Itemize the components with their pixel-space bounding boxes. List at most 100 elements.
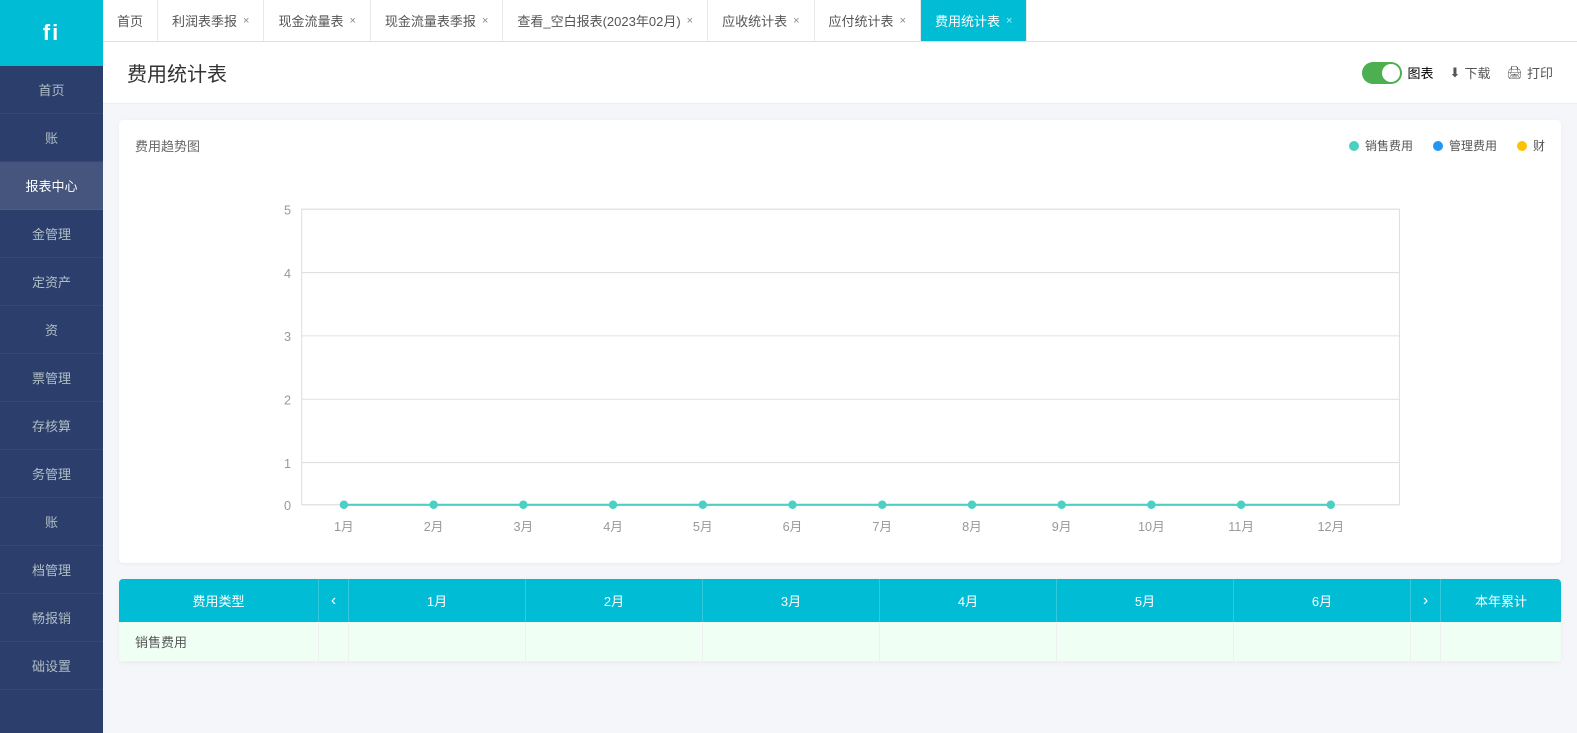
sidebar-item-fund[interactable]: 金管理	[0, 210, 103, 258]
th-month4: 4月	[880, 579, 1057, 622]
sidebar-item-settings[interactable]: 础设置	[0, 642, 103, 690]
legend-dot-finance	[1517, 141, 1527, 151]
table-body: 销售费用	[119, 622, 1561, 662]
page-title: 费用统计表	[127, 58, 227, 87]
legend-finance: 财	[1517, 137, 1545, 154]
close-tab-cashflow-q[interactable]: ×	[482, 15, 488, 27]
svg-text:11月: 11月	[1228, 520, 1254, 534]
svg-text:1月: 1月	[334, 520, 354, 534]
tab-receivable[interactable]: 应收统计表 ×	[708, 0, 814, 41]
print-icon: 🖨	[1506, 65, 1523, 81]
tab-home[interactable]: 首页	[103, 0, 158, 41]
legend-label-admin: 管理费用	[1449, 137, 1497, 154]
td-next	[1411, 622, 1441, 661]
chart-container: 5 4 3 2 1 0 1月 2月	[135, 167, 1545, 547]
svg-text:3: 3	[284, 330, 291, 344]
sidebar: fi 首页 账 报表中心 金管理 定资产 资 票管理 存核算 务管理 账 档管理…	[0, 0, 103, 733]
svg-text:6月: 6月	[783, 520, 803, 534]
table-header: 费用类型 ‹ 1月 2月 3月 4月 5月 6月 › 本年累计	[119, 579, 1561, 622]
legend-dot-admin	[1433, 141, 1443, 151]
th-type: 费用类型	[119, 579, 319, 622]
svg-text:2: 2	[284, 394, 291, 408]
td-prev	[319, 622, 349, 661]
close-tab-cashflow[interactable]: ×	[349, 15, 355, 27]
th-month6: 6月	[1234, 579, 1411, 622]
chart-toggle-wrap: 图表	[1362, 62, 1434, 84]
close-tab-receivable[interactable]: ×	[793, 15, 799, 27]
toggle-label: 图表	[1408, 63, 1434, 82]
sidebar-logo: fi	[0, 0, 103, 66]
td-m4	[880, 622, 1057, 661]
download-icon: ⬇	[1450, 65, 1461, 81]
table-row: 销售费用	[119, 622, 1561, 662]
td-m2	[526, 622, 703, 661]
tab-cashflow[interactable]: 现金流量表 ×	[264, 0, 370, 41]
sidebar-item-service[interactable]: 务管理	[0, 450, 103, 498]
table-section: 费用类型 ‹ 1月 2月 3月 4月 5月 6月 › 本年累计 销售费用	[119, 579, 1561, 662]
sidebar-item-report-center[interactable]: 报表中心	[0, 162, 103, 210]
sidebar-item-home[interactable]: 首页	[0, 66, 103, 114]
svg-text:1: 1	[284, 457, 291, 471]
legend-dot-sales	[1349, 141, 1359, 151]
legend-label-sales: 销售费用	[1365, 137, 1413, 154]
svg-text:4月: 4月	[603, 520, 623, 534]
td-m6	[1234, 622, 1411, 661]
download-button[interactable]: ⬇ 下载	[1450, 63, 1491, 82]
svg-text:10月: 10月	[1138, 520, 1165, 534]
legend-sales: 销售费用	[1349, 137, 1413, 154]
line-chart: 5 4 3 2 1 0 1月 2月	[135, 167, 1545, 547]
td-m1	[349, 622, 526, 661]
legend-label-finance: 财	[1533, 137, 1545, 154]
chart-title: 费用趋势图	[135, 136, 200, 155]
sidebar-item-archive[interactable]: 档管理	[0, 546, 103, 594]
legend-admin: 管理费用	[1433, 137, 1497, 154]
tab-payable[interactable]: 应付统计表 ×	[815, 0, 921, 41]
main-area: 首页 利润表季报 × 现金流量表 × 现金流量表季报 × 查看_空白报表(202…	[103, 0, 1577, 733]
td-ytd	[1441, 622, 1561, 661]
tab-blank-report[interactable]: 查看_空白报表(2023年02月) ×	[503, 0, 708, 41]
th-month3: 3月	[703, 579, 880, 622]
sidebar-item-ledger[interactable]: 账	[0, 498, 103, 546]
td-m3	[703, 622, 880, 661]
sidebar-item-inventory[interactable]: 存核算	[0, 402, 103, 450]
svg-text:0: 0	[284, 499, 291, 513]
content-area: 费用统计表 图表 ⬇ 下载 🖨 打印 费用趋势图	[103, 42, 1577, 733]
close-tab-blank[interactable]: ×	[687, 15, 693, 27]
th-month2: 2月	[526, 579, 703, 622]
print-button[interactable]: 🖨 打印	[1506, 63, 1553, 82]
sidebar-item-invoice[interactable]: 票管理	[0, 354, 103, 402]
td-m5	[1057, 622, 1234, 661]
svg-text:5月: 5月	[693, 520, 713, 534]
svg-text:2月: 2月	[424, 520, 444, 534]
close-tab-profit[interactable]: ×	[243, 15, 249, 27]
sidebar-item-reimbursement[interactable]: 畅报销	[0, 594, 103, 642]
th-month1: 1月	[349, 579, 526, 622]
th-next-arrow[interactable]: ›	[1411, 579, 1441, 622]
svg-text:8月: 8月	[962, 520, 982, 534]
svg-text:7月: 7月	[872, 520, 892, 534]
close-tab-expense[interactable]: ×	[1006, 15, 1012, 27]
chart-legend: 销售费用 管理费用 财	[1349, 137, 1545, 154]
page-header: 费用统计表 图表 ⬇ 下载 🖨 打印	[103, 42, 1577, 104]
svg-text:9月: 9月	[1052, 520, 1072, 534]
sidebar-item-capital[interactable]: 资	[0, 306, 103, 354]
svg-text:3月: 3月	[513, 520, 533, 534]
tab-bar: 首页 利润表季报 × 现金流量表 × 现金流量表季报 × 查看_空白报表(202…	[103, 0, 1577, 42]
close-tab-payable[interactable]: ×	[900, 15, 906, 27]
svg-text:4: 4	[284, 267, 291, 281]
th-prev-arrow[interactable]: ‹	[319, 579, 349, 622]
svg-text:12月: 12月	[1317, 520, 1344, 534]
tab-profit-quarterly[interactable]: 利润表季报 ×	[158, 0, 264, 41]
svg-text:5: 5	[284, 204, 291, 218]
chart-section: 费用趋势图 销售费用 管理费用 财	[119, 120, 1561, 563]
header-actions: 图表 ⬇ 下载 🖨 打印	[1362, 62, 1553, 84]
chart-toggle[interactable]	[1362, 62, 1402, 84]
th-ytd: 本年累计	[1441, 579, 1561, 622]
chart-header: 费用趋势图 销售费用 管理费用 财	[135, 136, 1545, 155]
sidebar-item-account[interactable]: 账	[0, 114, 103, 162]
sidebar-item-assets[interactable]: 定资产	[0, 258, 103, 306]
tab-expense[interactable]: 费用统计表 ×	[921, 0, 1027, 41]
tab-cashflow-quarterly[interactable]: 现金流量表季报 ×	[371, 0, 503, 41]
td-type: 销售费用	[119, 622, 319, 661]
th-month5: 5月	[1057, 579, 1234, 622]
